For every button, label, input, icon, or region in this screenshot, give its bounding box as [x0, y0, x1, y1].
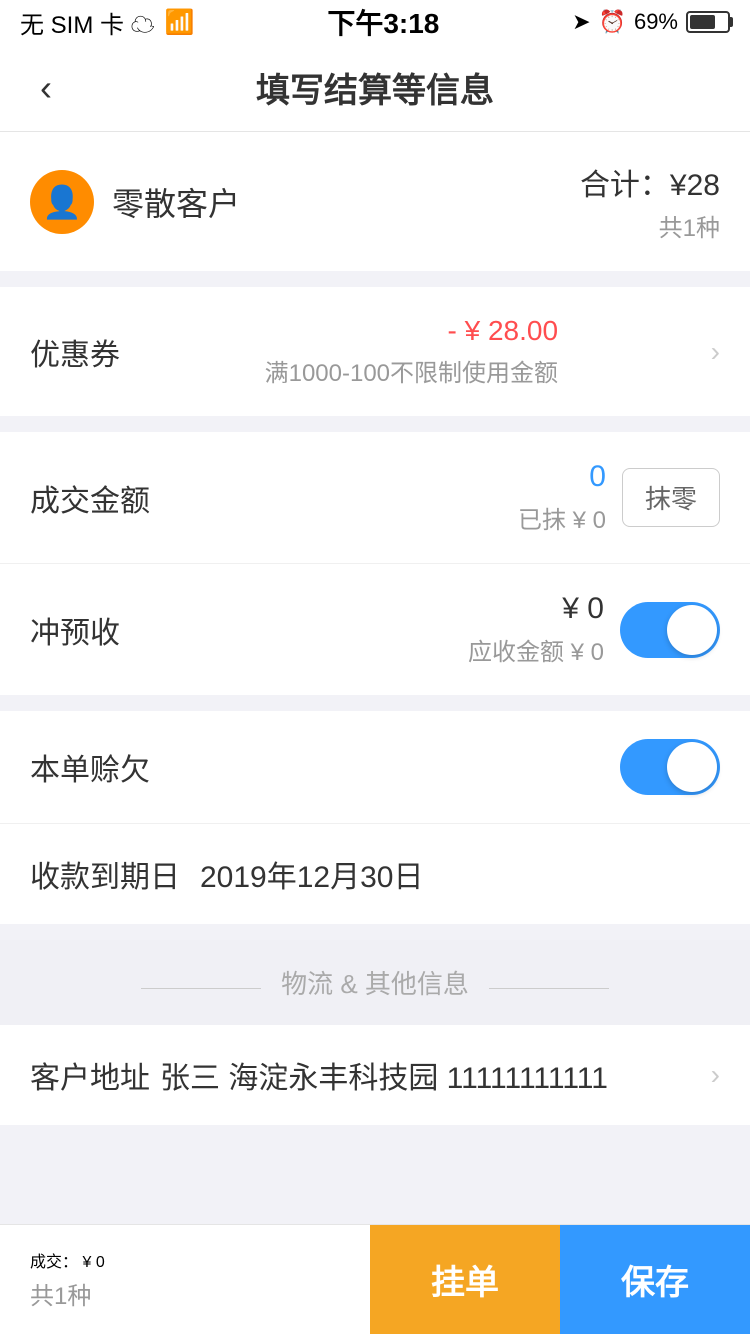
- status-right: ➤ ⏰ 69%: [572, 9, 730, 35]
- logistics-section: 物流 & 其他信息: [0, 940, 750, 1025]
- avatar-icon: 👤: [42, 183, 82, 221]
- hang-button[interactable]: 挂单: [370, 1225, 560, 1334]
- customer-left: 👤 零散客户: [30, 170, 240, 234]
- bottom-summary-line1: 成交： ¥ 0: [30, 1248, 340, 1272]
- toggle-knob: [667, 605, 717, 655]
- battery-icon: [686, 11, 730, 33]
- battery-percent: 69%: [634, 9, 678, 35]
- address-label: 客户地址: [30, 1053, 150, 1097]
- due-date-label: 收款到期日: [30, 852, 180, 896]
- deal-amount-sub: 已抹 ¥ 0: [518, 500, 606, 535]
- due-date-value: 2019年12月30日: [200, 852, 423, 896]
- customer-summary: 合计：¥28 共1种: [580, 160, 720, 243]
- debt-row: 本单赊欠: [0, 711, 750, 824]
- status-bar: 无 SIM 卡 ☁ 📶 下午3:18 ➤ ⏰ 69%: [0, 0, 750, 44]
- bottom-summary-title: 成交：: [30, 1254, 78, 1271]
- prepayment-right: ¥ 0 应收金额 ¥ 0: [468, 592, 720, 667]
- deal-amount-row: 成交金额 0 已抹 ¥ 0 抹零: [0, 432, 750, 564]
- debt-right: [620, 739, 720, 795]
- content: 👤 零散客户 合计：¥28 共1种 优惠券 - ¥ 28.00 满1000-10…: [0, 132, 750, 1261]
- address-chevron: ›: [711, 1059, 720, 1091]
- prepayment-row: 冲预收 ¥ 0 应收金额 ¥ 0: [0, 564, 750, 695]
- prepayment-amount: ¥ 0: [468, 592, 604, 626]
- avatar: 👤: [30, 170, 94, 234]
- debt-toggle[interactable]: [620, 739, 720, 795]
- customer-row: 👤 零散客户 合计：¥28 共1种: [0, 132, 750, 271]
- coupon-label: 优惠券: [30, 330, 120, 374]
- logistics-label: 物流 & 其他信息: [281, 969, 469, 999]
- coupon-row[interactable]: 优惠券 - ¥ 28.00 满1000-100不限制使用金额 ›: [0, 287, 750, 416]
- debt-card: 本单赊欠 收款到期日 2019年12月30日: [0, 711, 750, 924]
- prepayment-sub: 应收金额 ¥ 0: [468, 632, 604, 667]
- due-date-row: 收款到期日 2019年12月30日: [0, 824, 750, 924]
- total-amount: 合计：¥28: [580, 160, 720, 204]
- save-button[interactable]: 保存: [560, 1225, 750, 1334]
- deal-amount-right: 0 已抹 ¥ 0 抹零: [518, 460, 720, 535]
- coupon-subtext: 满1000-100不限制使用金额: [265, 353, 558, 388]
- total-count: 共1种: [580, 208, 720, 243]
- bottom-summary-count: 共1种: [30, 1276, 340, 1311]
- debt-label: 本单赊欠: [30, 745, 150, 789]
- status-left: 无 SIM 卡 ☁ 📶: [20, 5, 195, 40]
- deal-amount-value: 0: [518, 460, 606, 494]
- address-row[interactable]: 客户地址 张三 海淀永丰科技园 11111111111 ›: [0, 1025, 750, 1125]
- sim-status: 无 SIM 卡 ☁: [20, 5, 155, 40]
- coupon-chevron: ›: [711, 336, 720, 368]
- wifi-icon: 📶: [165, 8, 195, 37]
- prepayment-toggle[interactable]: [620, 602, 720, 658]
- status-time: 下午3:18: [327, 2, 439, 42]
- bottom-summary-amount: ¥ 0: [82, 1254, 104, 1271]
- deal-amount-label: 成交金额: [30, 476, 150, 520]
- nav-bar: ‹ 填写结算等信息: [0, 44, 750, 132]
- prepayment-label: 冲预收: [30, 608, 120, 652]
- page-title: 填写结算等信息: [256, 63, 494, 112]
- bottom-bar: 成交： ¥ 0 共1种 挂单 保存: [0, 1224, 750, 1334]
- coupon-card[interactable]: 优惠券 - ¥ 28.00 满1000-100不限制使用金额 ›: [0, 287, 750, 416]
- address-card[interactable]: 客户地址 张三 海淀永丰科技园 11111111111 ›: [0, 1025, 750, 1125]
- round-zero-button[interactable]: 抹零: [622, 468, 720, 527]
- coupon-right: - ¥ 28.00 满1000-100不限制使用金额: [265, 315, 558, 388]
- alarm-icon: ⏰: [599, 9, 626, 35]
- customer-name: 零散客户: [112, 179, 240, 225]
- back-button[interactable]: ‹: [30, 57, 62, 119]
- bottom-summary: 成交： ¥ 0 共1种: [0, 1248, 370, 1311]
- amount-card: 成交金额 0 已抹 ¥ 0 抹零 冲预收 ¥ 0 应收金额 ¥ 0: [0, 432, 750, 695]
- debt-toggle-knob: [667, 742, 717, 792]
- address-value: 张三 海淀永丰科技园 11111111111: [150, 1053, 711, 1097]
- location-icon: ➤: [572, 9, 590, 35]
- customer-card: 👤 零散客户 合计：¥28 共1种: [0, 132, 750, 271]
- coupon-discount: - ¥ 28.00: [265, 315, 558, 347]
